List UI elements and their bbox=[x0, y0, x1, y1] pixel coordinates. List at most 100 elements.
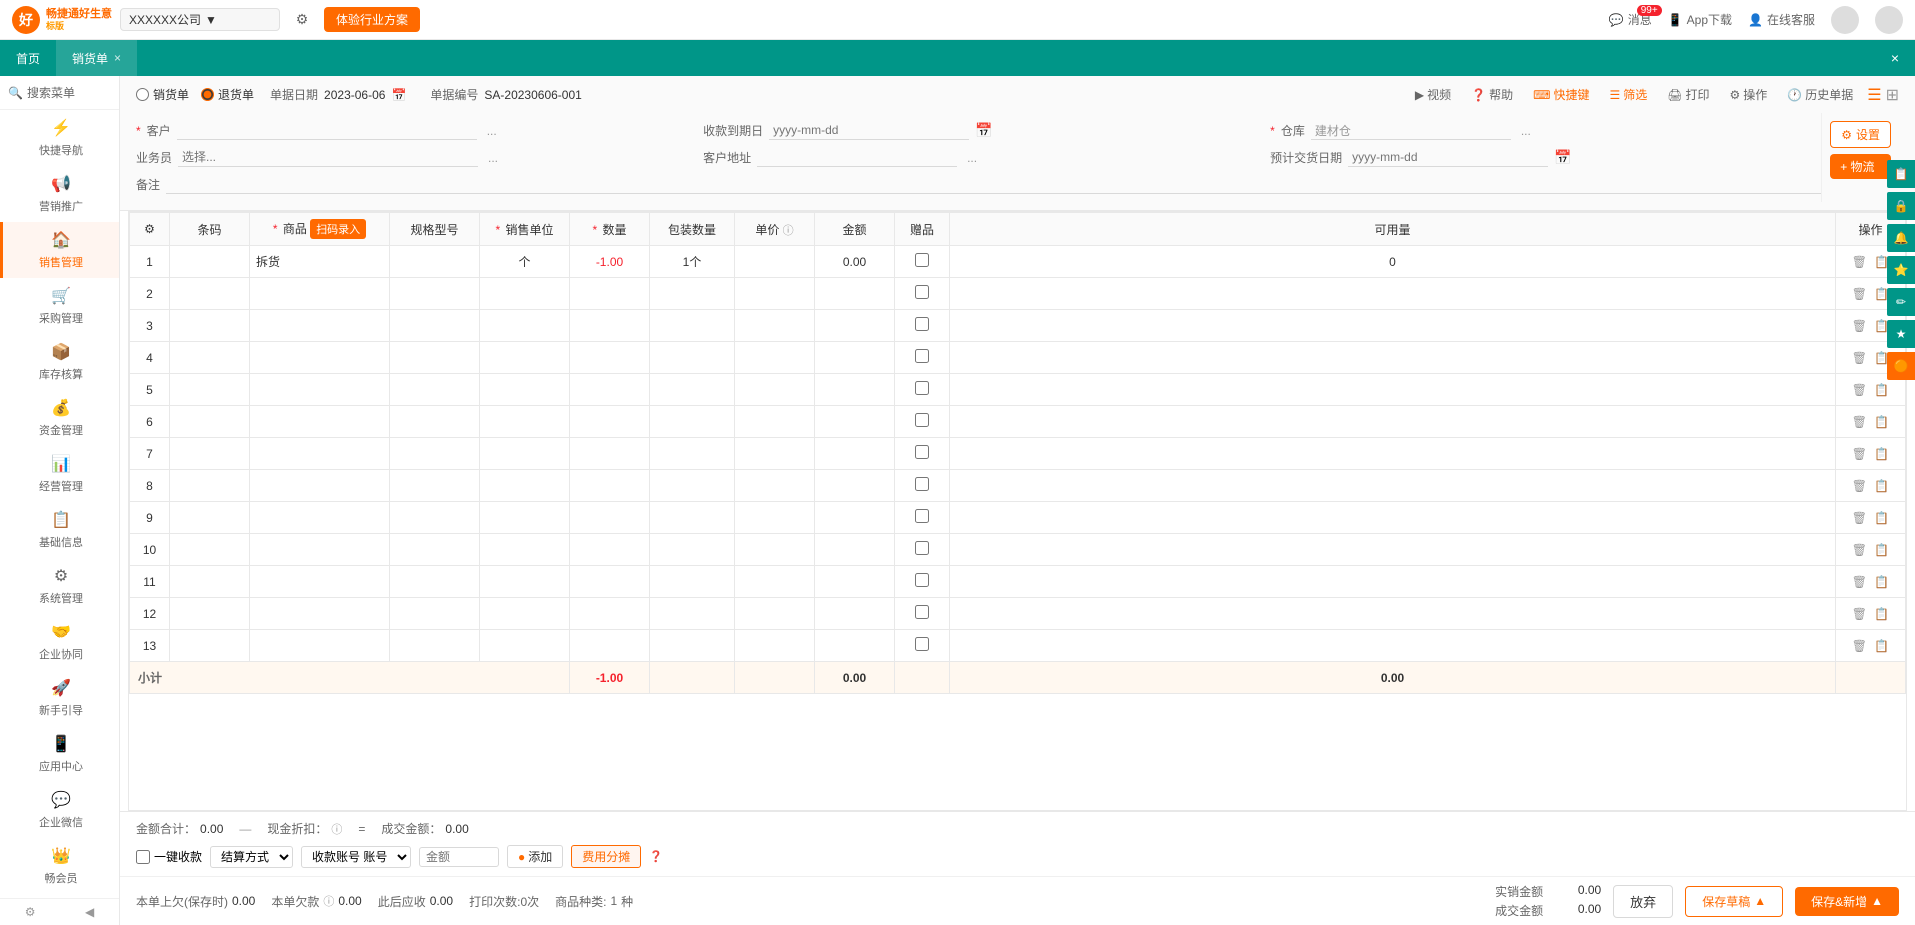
operate-button[interactable]: ⚙ 操作 bbox=[1724, 84, 1774, 105]
one-click-payment-input[interactable] bbox=[136, 850, 150, 864]
salesperson-dots[interactable]: ... bbox=[488, 151, 498, 165]
cell-spec[interactable] bbox=[390, 598, 480, 630]
delete-row-icon[interactable]: 🗑 bbox=[1852, 639, 1867, 653]
cell-pack-qty[interactable] bbox=[650, 438, 735, 470]
cell-price[interactable] bbox=[735, 438, 815, 470]
cell-spec[interactable] bbox=[390, 310, 480, 342]
salesperson-input[interactable] bbox=[178, 148, 478, 167]
remark-input[interactable] bbox=[166, 175, 1821, 194]
float-btn-6[interactable]: ★ bbox=[1887, 320, 1915, 348]
cell-gift[interactable] bbox=[895, 342, 950, 374]
due-date-calendar-icon[interactable]: 📅 bbox=[975, 122, 992, 139]
cell-gift[interactable] bbox=[895, 310, 950, 342]
payment-amount-input[interactable] bbox=[419, 847, 499, 867]
cell-gift[interactable] bbox=[895, 630, 950, 662]
cell-unit[interactable] bbox=[480, 534, 570, 566]
cell-barcode[interactable] bbox=[170, 502, 250, 534]
cell-spec[interactable] bbox=[390, 630, 480, 662]
cell-product[interactable] bbox=[250, 630, 390, 662]
sidebar-item-marketing[interactable]: 📢 营销推广 bbox=[0, 166, 119, 222]
barcode-input[interactable] bbox=[176, 415, 243, 429]
cell-amount[interactable] bbox=[815, 566, 895, 598]
barcode-input[interactable] bbox=[176, 639, 243, 653]
tab-sales-order[interactable]: 销货单 × bbox=[56, 40, 137, 76]
delete-row-icon[interactable]: 🗑 bbox=[1852, 607, 1867, 621]
cell-pack-qty[interactable] bbox=[650, 406, 735, 438]
cell-barcode[interactable] bbox=[170, 598, 250, 630]
gift-checkbox[interactable] bbox=[915, 317, 929, 331]
delivery-date-calendar-icon[interactable]: 📅 bbox=[1554, 149, 1571, 166]
cell-amount[interactable] bbox=[815, 534, 895, 566]
delete-row-icon[interactable]: 🗑 bbox=[1852, 511, 1867, 525]
cell-product[interactable] bbox=[250, 534, 390, 566]
cell-spec[interactable] bbox=[390, 502, 480, 534]
cell-price[interactable] bbox=[735, 406, 815, 438]
cell-price[interactable] bbox=[735, 566, 815, 598]
cell-unit[interactable] bbox=[480, 566, 570, 598]
add-payment-button[interactable]: ● 添加 bbox=[507, 845, 563, 868]
barcode-input[interactable] bbox=[176, 319, 243, 333]
float-btn-4[interactable]: ⭐ bbox=[1887, 256, 1915, 284]
delete-row-icon[interactable]: 🗑 bbox=[1852, 383, 1867, 397]
cell-barcode[interactable] bbox=[170, 470, 250, 502]
gift-checkbox[interactable] bbox=[915, 605, 929, 619]
cell-product[interactable] bbox=[250, 502, 390, 534]
cell-unit[interactable] bbox=[480, 630, 570, 662]
customer-addr-input[interactable] bbox=[757, 148, 957, 167]
shortcut-button[interactable]: ⌨ 快捷键 bbox=[1527, 84, 1595, 105]
sidebar-item-basics[interactable]: 📋 基础信息 bbox=[0, 502, 119, 558]
account-select[interactable]: 收款账号 账号 bbox=[301, 846, 411, 868]
sidebar-item-operations[interactable]: 📊 经营管理 bbox=[0, 446, 119, 502]
cell-gift[interactable] bbox=[895, 278, 950, 310]
customer-input[interactable] bbox=[177, 121, 477, 140]
sidebar-settings-button[interactable]: ⚙ bbox=[25, 905, 36, 919]
barcode-input[interactable] bbox=[176, 447, 243, 461]
cell-spec[interactable] bbox=[390, 438, 480, 470]
cell-spec[interactable] bbox=[390, 534, 480, 566]
cell-unit[interactable] bbox=[480, 406, 570, 438]
gift-checkbox[interactable] bbox=[915, 253, 929, 267]
company-selector[interactable]: XXXXXX公司 ▼ bbox=[120, 8, 280, 31]
cell-unit[interactable] bbox=[480, 598, 570, 630]
warehouse-input[interactable] bbox=[1311, 121, 1511, 140]
sidebar-item-collab[interactable]: 🤝 企业协同 bbox=[0, 614, 119, 670]
save-new-button[interactable]: 保存&新增 ▲ bbox=[1795, 887, 1899, 916]
cell-product[interactable] bbox=[250, 598, 390, 630]
cell-price[interactable] bbox=[735, 630, 815, 662]
online-service-button[interactable]: 👤 在线客服 bbox=[1748, 11, 1815, 28]
sales-order-radio-input[interactable] bbox=[136, 88, 149, 101]
cell-unit[interactable] bbox=[480, 374, 570, 406]
discount-info-icon[interactable]: ⓘ bbox=[331, 821, 342, 837]
cell-price[interactable] bbox=[735, 310, 815, 342]
delete-row-icon[interactable]: 🗑 bbox=[1852, 415, 1867, 429]
gift-checkbox[interactable] bbox=[915, 413, 929, 427]
cell-barcode[interactable] bbox=[170, 278, 250, 310]
customer-addr-dots[interactable]: ... bbox=[967, 151, 977, 165]
cell-gift[interactable] bbox=[895, 374, 950, 406]
sidebar-item-inventory[interactable]: 📦 库存核算 bbox=[0, 334, 119, 390]
cell-barcode[interactable] bbox=[170, 342, 250, 374]
copy-row-icon[interactable]: 📋 bbox=[1874, 415, 1889, 429]
warehouse-dots[interactable]: ... bbox=[1521, 124, 1531, 138]
cell-product[interactable]: 拆货 bbox=[250, 246, 390, 278]
cell-unit[interactable] bbox=[480, 438, 570, 470]
cell-qty[interactable] bbox=[570, 598, 650, 630]
gift-checkbox[interactable] bbox=[915, 381, 929, 395]
cell-unit[interactable] bbox=[480, 342, 570, 374]
cell-qty[interactable] bbox=[570, 534, 650, 566]
cell-amount[interactable] bbox=[815, 406, 895, 438]
cell-pack-qty[interactable] bbox=[650, 598, 735, 630]
barcode-input[interactable] bbox=[176, 351, 243, 365]
cell-gift[interactable] bbox=[895, 246, 950, 278]
cell-pack-qty[interactable] bbox=[650, 470, 735, 502]
cell-product[interactable] bbox=[250, 406, 390, 438]
cell-barcode[interactable] bbox=[170, 438, 250, 470]
cell-gift[interactable] bbox=[895, 502, 950, 534]
float-btn-5[interactable]: ✏ bbox=[1887, 288, 1915, 316]
cell-pack-qty[interactable] bbox=[650, 502, 735, 534]
cell-spec[interactable] bbox=[390, 246, 480, 278]
cell-pack-qty[interactable] bbox=[650, 630, 735, 662]
cell-price[interactable] bbox=[735, 278, 815, 310]
cell-qty[interactable] bbox=[570, 438, 650, 470]
sidebar-item-finance[interactable]: 💰 资金管理 bbox=[0, 390, 119, 446]
